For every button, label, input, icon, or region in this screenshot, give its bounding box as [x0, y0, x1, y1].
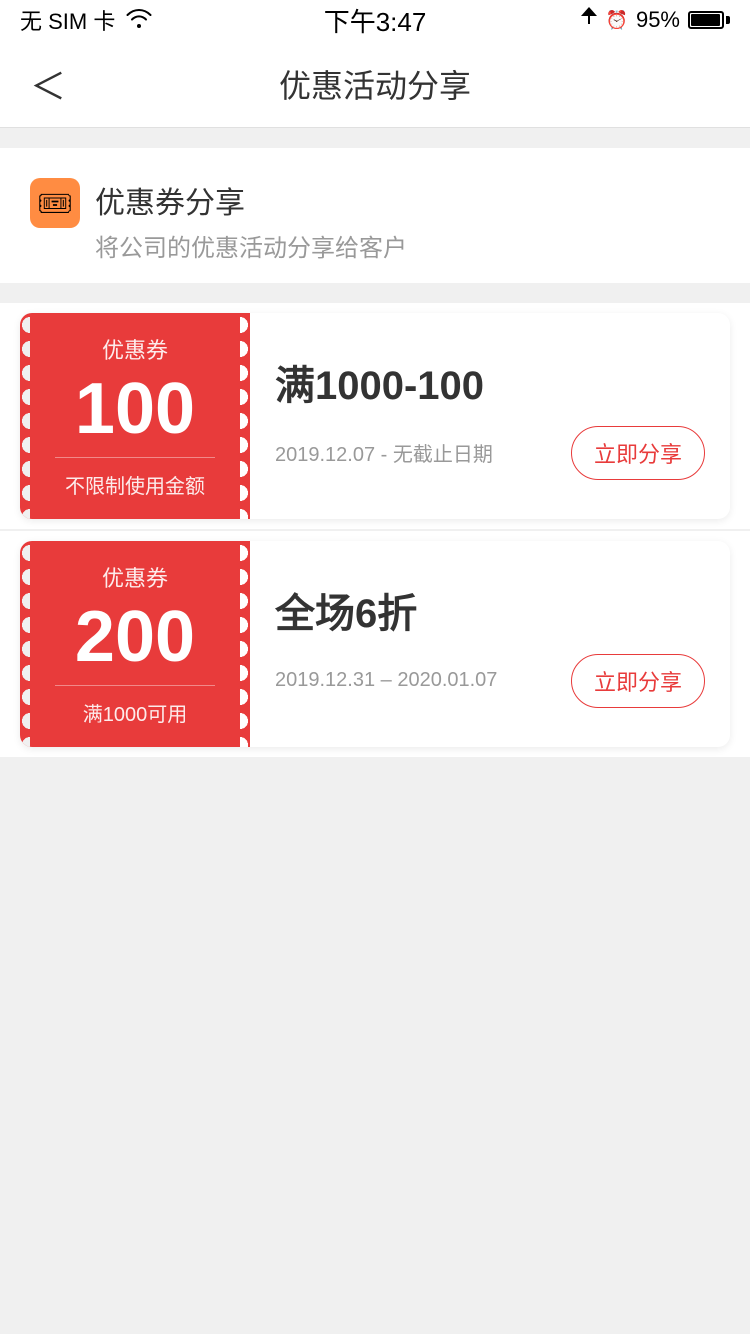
status-bar: 无 SIM 卡 下午3:47 ⏰ 95% — [0, 0, 750, 40]
section-title: 优惠券分享 — [95, 178, 720, 222]
coupon-date-2: 2019.12.31 – 2020.01.07 — [275, 669, 561, 692]
coupon-wrapper-2: 优惠券 200 满1000可用 全场6折 2019.12.31 – 2020.0… — [20, 541, 730, 747]
status-time: 下午3:47 — [324, 2, 427, 39]
coupon-right-2: 全场6折 2019.12.31 – 2020.01.07 立即分享 — [250, 541, 730, 747]
coupon-card-1: 优惠券 100 不限制使用金额 满1000-100 2019.12.07 - 无… — [0, 303, 750, 529]
coupon-left-2: 优惠券 200 满1000可用 — [20, 541, 250, 747]
section-header: 🎟 优惠券分享 将公司的优惠活动分享给客户 — [0, 148, 750, 283]
coupon-left-edge-2 — [20, 541, 30, 747]
section-text: 优惠券分享 将公司的优惠活动分享给客户 — [95, 178, 720, 263]
status-left: 无 SIM 卡 — [20, 4, 153, 36]
coupon-wrapper-1: 优惠券 100 不限制使用金额 满1000-100 2019.12.07 - 无… — [20, 313, 730, 519]
empty-area — [0, 779, 750, 1279]
coupon-divider-2 — [55, 685, 215, 686]
back-button[interactable]: ＜ — [20, 48, 76, 120]
coupon-condition-2: 满1000可用 — [83, 698, 188, 727]
coupon-date-1: 2019.12.07 - 无截止日期 — [275, 438, 561, 467]
coupon-list: 优惠券 100 不限制使用金额 满1000-100 2019.12.07 - 无… — [0, 283, 750, 779]
section-icon: 🎟 — [30, 178, 80, 228]
coupon-amount-1: 100 — [75, 373, 195, 445]
section-subtitle: 将公司的优惠活动分享给客户 — [95, 228, 720, 263]
alarm-icon: ⏰ — [606, 10, 628, 31]
coupon-divider-1 — [55, 457, 215, 458]
nav-bar: ＜ 优惠活动分享 — [0, 40, 750, 128]
coupon-type-1: 优惠券 — [102, 333, 168, 365]
carrier-text: 无 SIM 卡 — [20, 4, 115, 36]
coupon-condition-1: 不限制使用金额 — [65, 470, 205, 499]
page-title: 优惠活动分享 — [279, 61, 471, 107]
coupon-footer-1: 2019.12.07 - 无截止日期 立即分享 — [275, 426, 705, 480]
battery-percentage: 95% — [636, 7, 680, 33]
coupon-name-2: 全场6折 — [275, 581, 705, 639]
location-icon — [580, 6, 598, 34]
coupon-left-1: 优惠券 100 不限制使用金额 — [20, 313, 250, 519]
share-button-1[interactable]: 立即分享 — [571, 426, 705, 480]
coupon-name-1: 满1000-100 — [275, 353, 705, 411]
coupon-right-1: 满1000-100 2019.12.07 - 无截止日期 立即分享 — [250, 313, 730, 519]
coupon-footer-2: 2019.12.31 – 2020.01.07 立即分享 — [275, 654, 705, 708]
coupon-left-edge-1 — [20, 313, 30, 519]
battery-icon — [688, 11, 730, 29]
coupon-card-2: 优惠券 200 满1000可用 全场6折 2019.12.31 – 2020.0… — [0, 531, 750, 757]
status-right: ⏰ 95% — [580, 6, 730, 34]
coupon-type-2: 优惠券 — [102, 561, 168, 593]
share-button-2[interactable]: 立即分享 — [571, 654, 705, 708]
coupon-icon: 🎟 — [37, 187, 73, 220]
wifi-icon — [125, 6, 153, 34]
coupon-amount-2: 200 — [75, 601, 195, 673]
